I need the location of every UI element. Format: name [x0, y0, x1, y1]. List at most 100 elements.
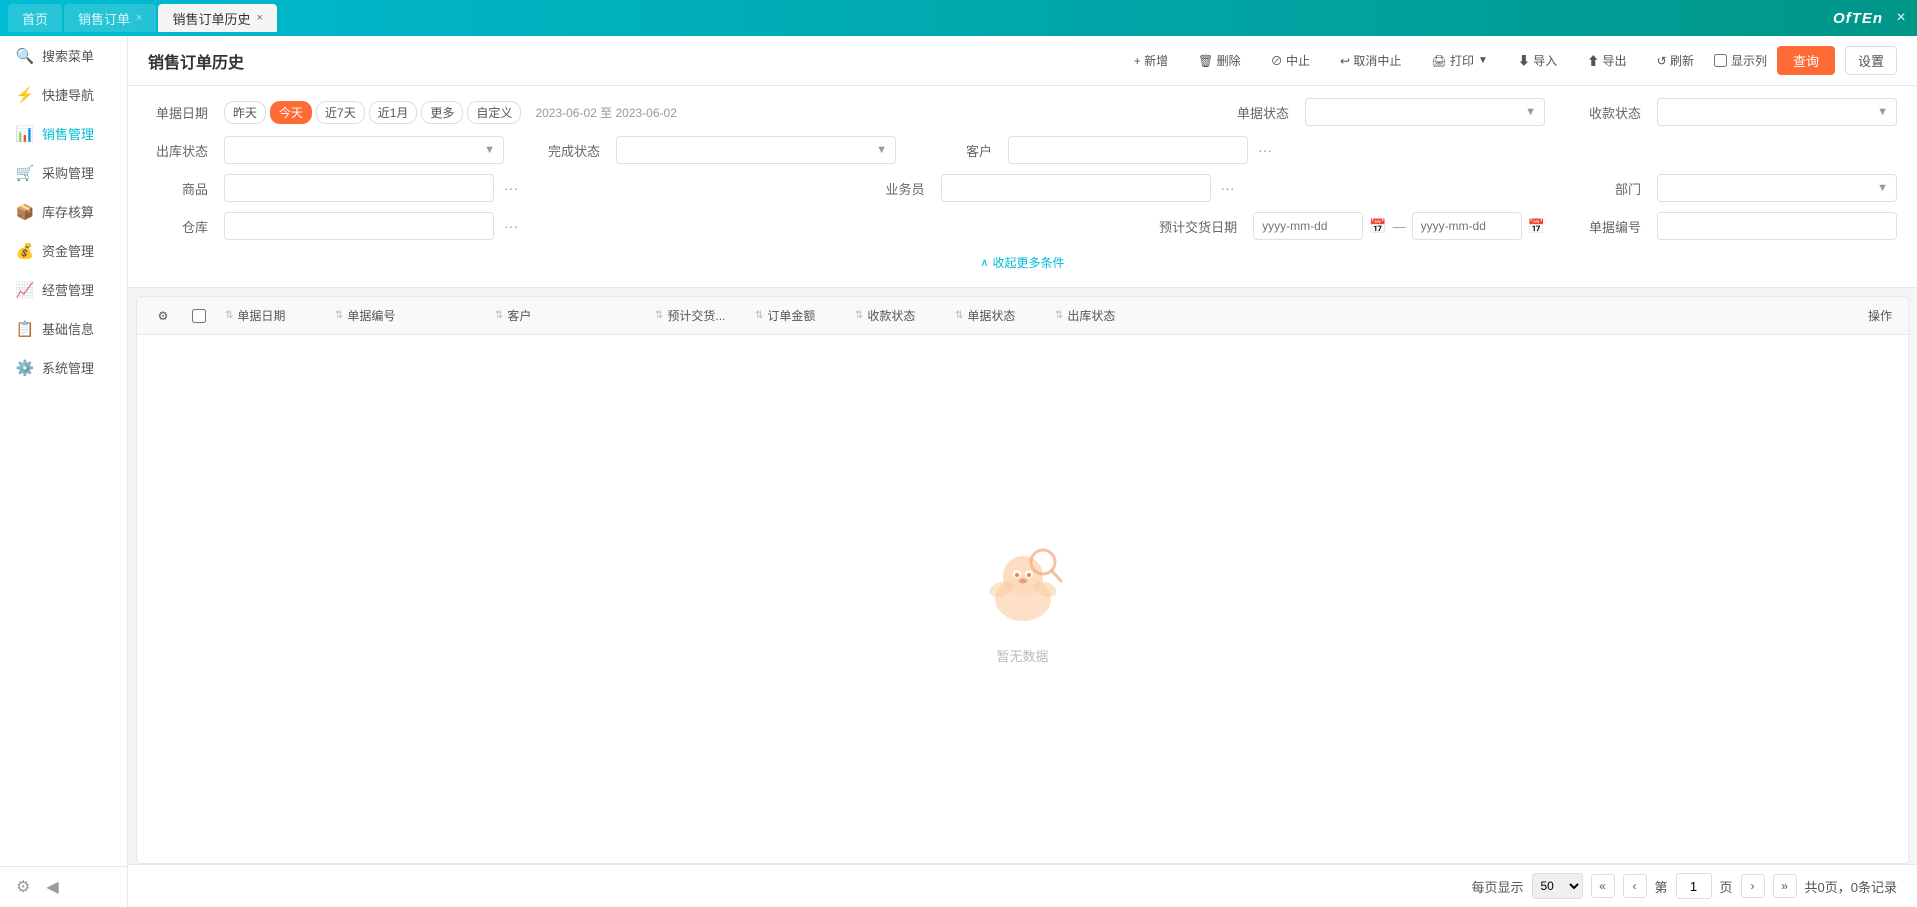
pagination-bar: 每页显示 20 50 100 « ‹ 第 页 › » 共0页，0条记录: [128, 864, 1917, 907]
complete-status-select[interactable]: ▼: [616, 136, 896, 164]
tab-sales-order-close[interactable]: ×: [136, 12, 142, 24]
cancel-stop-btn[interactable]: ↩ 取消中止: [1330, 48, 1411, 73]
delete-btn[interactable]: 🗑 删除: [1188, 48, 1251, 73]
last-page-btn[interactable]: »: [1773, 874, 1797, 898]
date-btn-yesterday[interactable]: 昨天: [224, 101, 266, 124]
th-amount[interactable]: ⇅ 订单金额: [747, 307, 847, 324]
next-page-btn[interactable]: ›: [1741, 874, 1765, 898]
display-cols-checkbox[interactable]: [1714, 54, 1727, 67]
doc-no-input[interactable]: [1657, 212, 1897, 240]
dept-select[interactable]: ▼: [1657, 174, 1897, 202]
tab-sales-order-history[interactable]: 销售订单历史 ×: [158, 4, 276, 32]
sidebar: 🔍 搜索菜单 ⚡ 快捷导航 📊 销售管理 🛒 采购管理 📦 库存核算 💰 资金管…: [0, 36, 128, 907]
filter-row-1: 单据日期 昨天 今天 近7天 近1月 更多 自定义 2023-06-02 至 2…: [148, 98, 1897, 126]
window-close-btn[interactable]: ×: [1893, 10, 1909, 26]
warehouse-dots[interactable]: ···: [504, 218, 518, 234]
print-btn[interactable]: 🖨 打印 ▼: [1421, 48, 1497, 73]
export-btn[interactable]: ⬆ 导出: [1577, 48, 1636, 73]
th-delivery[interactable]: ⇅ 预计交货...: [647, 307, 747, 324]
th-doc-status[interactable]: ⇅ 单据状态: [947, 307, 1047, 324]
sidebar-collapse-icon[interactable]: ◀: [46, 877, 58, 897]
setting-btn[interactable]: 设置: [1845, 46, 1897, 75]
quick-nav-icon: ⚡: [16, 86, 34, 104]
goods-control: ···: [224, 174, 829, 202]
th-customer[interactable]: ⇅ 客户: [487, 307, 647, 324]
sort-icon-doc-no: ⇅: [335, 310, 343, 321]
sort-icon-amount: ⇅: [755, 310, 763, 321]
first-page-btn[interactable]: «: [1591, 874, 1615, 898]
th-gear[interactable]: ⚙: [145, 309, 181, 323]
setting-btn-label: 设置: [1858, 54, 1884, 69]
warehouse-input[interactable]: [224, 212, 494, 240]
doc-no-label: 单据编号: [1581, 217, 1641, 236]
th-checkbox[interactable]: [181, 309, 217, 323]
cancel-stop-btn-label: ↩ 取消中止: [1340, 52, 1401, 69]
doc-status-select[interactable]: ▼: [1305, 98, 1545, 126]
current-page-input[interactable]: [1676, 873, 1712, 899]
sidebar-item-basic-info[interactable]: 📋 基础信息: [0, 309, 127, 348]
tab-home[interactable]: 首页: [8, 4, 62, 32]
customer-input[interactable]: [1008, 136, 1248, 164]
next-page-icon: ›: [1751, 879, 1755, 893]
customer-control: ···: [1008, 136, 1897, 164]
receipt-status-select[interactable]: ▼: [1657, 98, 1897, 126]
export-btn-label: ⬆ 导出: [1587, 52, 1626, 69]
out-status-label: 出库状态: [148, 141, 208, 160]
collapse-btn[interactable]: ∧ 收起更多条件: [980, 250, 1064, 275]
sidebar-item-operations[interactable]: 📈 经营管理: [0, 270, 127, 309]
first-page-icon: «: [1599, 879, 1606, 893]
finance-icon: 💰: [16, 242, 34, 260]
date-btn-1month[interactable]: 近1月: [369, 101, 418, 124]
sidebar-item-finance[interactable]: 💰 资金管理: [0, 231, 127, 270]
page-size-select[interactable]: 20 50 100: [1532, 873, 1583, 899]
query-btn[interactable]: 查询: [1777, 46, 1835, 75]
inventory-icon: 📦: [16, 203, 34, 221]
top-bar-right: OfTEn ×: [1833, 10, 1909, 27]
doc-status-chevron: ▼: [1525, 106, 1536, 118]
sidebar-item-purchase-mgmt[interactable]: 🛒 采购管理: [0, 153, 127, 192]
tab-sales-order-history-close[interactable]: ×: [256, 12, 262, 24]
delivery-date-end[interactable]: [1412, 212, 1522, 240]
import-btn[interactable]: ⬇ 导入: [1508, 48, 1567, 73]
delivery-date-start[interactable]: [1253, 212, 1363, 240]
new-btn[interactable]: + 新增: [1124, 48, 1178, 73]
sort-icon-left: ⇅: [225, 310, 233, 321]
delivery-date-end-icon[interactable]: 📅: [1528, 218, 1545, 235]
sidebar-item-search-menu[interactable]: 🔍 搜索菜单: [0, 36, 127, 75]
th-receipt-status[interactable]: ⇅ 收款状态: [847, 307, 947, 324]
prev-page-btn[interactable]: ‹: [1623, 874, 1647, 898]
sidebar-label-operations: 经营管理: [42, 280, 94, 299]
sidebar-label-sales-mgmt: 销售管理: [42, 124, 94, 143]
date-btn-more[interactable]: 更多: [421, 101, 463, 124]
goods-input[interactable]: [224, 174, 494, 202]
salesperson-dots[interactable]: ···: [1221, 180, 1235, 196]
sidebar-settings-icon[interactable]: ⚙: [16, 877, 30, 897]
th-amount-label: 订单金额: [767, 307, 815, 324]
date-shortcuts: 昨天 今天 近7天 近1月 更多 自定义: [224, 101, 521, 124]
print-btn-label: 🖨 打印: [1431, 52, 1474, 69]
customer-dots[interactable]: ···: [1258, 142, 1272, 158]
th-doc-no-label: 单据编号: [347, 307, 395, 324]
stop-btn[interactable]: ⊘ 中止: [1261, 48, 1320, 73]
goods-dots[interactable]: ···: [504, 180, 518, 196]
date-btn-custom[interactable]: 自定义: [467, 101, 521, 124]
refresh-btn[interactable]: ↺ 刷新: [1647, 48, 1704, 73]
date-btn-today[interactable]: 今天: [270, 101, 312, 124]
date-btn-7days[interactable]: 近7天: [316, 101, 365, 124]
sidebar-item-sales-mgmt[interactable]: 📊 销售管理: [0, 114, 127, 153]
display-cols-checkbox-label[interactable]: 显示列: [1714, 52, 1767, 69]
sidebar-item-sys-mgmt[interactable]: ⚙️ 系统管理: [0, 348, 127, 387]
sidebar-item-quick-nav[interactable]: ⚡ 快捷导航: [0, 75, 127, 114]
salesperson-input[interactable]: [941, 174, 1211, 202]
th-doc-date[interactable]: ⇅ 单据日期: [217, 307, 327, 324]
filter-area: 单据日期 昨天 今天 近7天 近1月 更多 自定义 2023-06-02 至 2…: [128, 86, 1917, 288]
delivery-date-start-icon[interactable]: 📅: [1369, 218, 1386, 235]
out-status-chevron: ▼: [484, 144, 495, 156]
sidebar-item-inventory[interactable]: 📦 库存核算: [0, 192, 127, 231]
select-all-checkbox[interactable]: [192, 309, 206, 323]
th-doc-no[interactable]: ⇅ 单据编号: [327, 307, 487, 324]
date-dash: —: [1393, 219, 1406, 234]
tab-sales-order[interactable]: 销售订单 ×: [64, 4, 156, 32]
out-status-select[interactable]: ▼: [224, 136, 504, 164]
th-out-status[interactable]: ⇅ 出库状态: [1047, 307, 1147, 324]
